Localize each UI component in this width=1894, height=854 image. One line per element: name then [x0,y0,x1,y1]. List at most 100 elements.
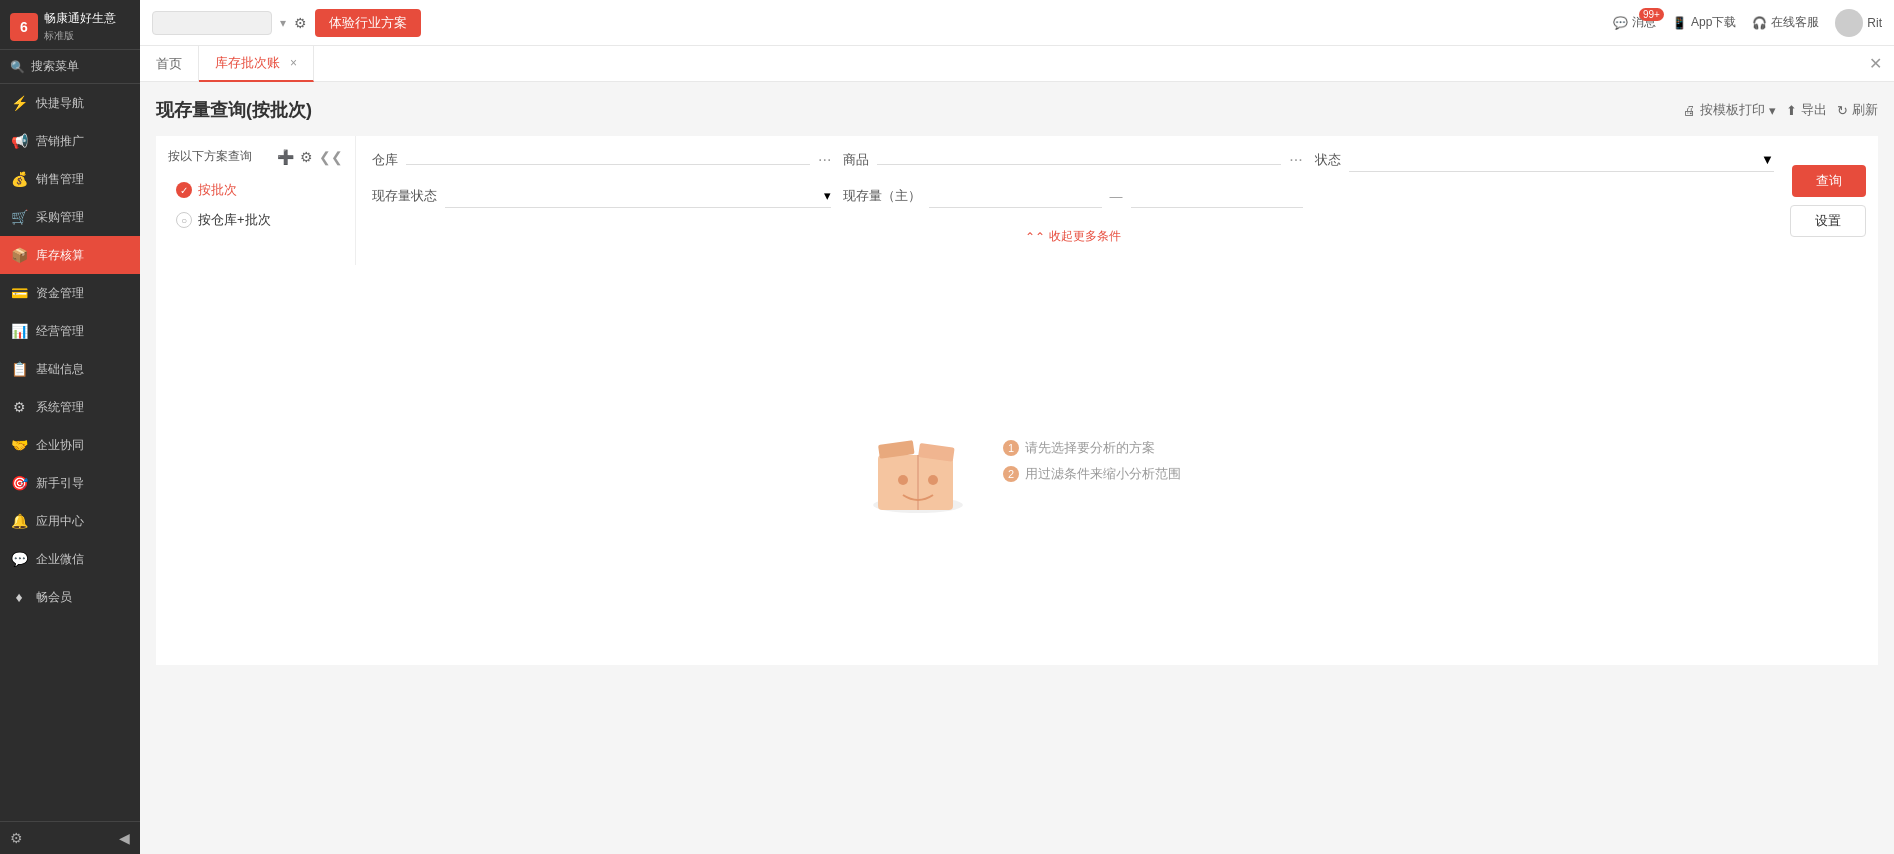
sidebar-item-企业微信[interactable]: 💬 企业微信 [0,540,140,578]
page-actions: 🖨 按模板打印 ▾ ⬆ 导出 ↻ 刷新 [1683,101,1878,119]
warehouse-filter: 仓库 ··· [372,151,831,169]
print-dropdown-arrow[interactable]: ▾ [1769,103,1776,118]
tab-inventory-batch[interactable]: 库存批次账 × [199,46,314,82]
topbar-dropdown-arrow[interactable]: ▾ [280,16,286,30]
inventory-status-select[interactable]: ▾ [445,184,831,208]
collapse-icon: ⌃⌃ [1025,230,1045,244]
sidebar-item-label: 企业微信 [36,551,84,568]
message-icon: 💬 [1613,16,1628,30]
user-avatar-btn[interactable]: Rit [1835,9,1882,37]
headset-icon: 🎧 [1752,16,1767,30]
topbar-left: ▾ ⚙ 体验行业方案 [152,9,1605,37]
logo-icon: 6 [10,13,38,41]
refresh-btn[interactable]: ↻ 刷新 [1837,101,1878,119]
export-btn[interactable]: ⬆ 导出 [1786,101,1827,119]
filter-row-2: 现存量状态 ▾ 现存量（主） — [372,184,1774,208]
warehouse-more-btn[interactable]: ··· [818,151,831,169]
add-scheme-btn[interactable]: ➕ [277,149,294,165]
settings-btn[interactable]: 设置 [1790,205,1866,237]
sidebar-item-畅会员[interactable]: ♦ 畅会员 [0,578,140,616]
collapse-sidebar-btn[interactable]: ◀ [119,830,130,846]
sidebar-icon: 📋 [10,360,28,378]
sidebar-icon: 🔔 [10,512,28,530]
scheme-active-indicator: ✓ [176,182,192,198]
topbar-gear-icon[interactable]: ⚙ [294,15,307,31]
collapse-scheme-btn[interactable]: ❮❮ [319,149,343,165]
scheme-inactive-indicator: ○ [176,212,192,228]
sidebar-icon: 💬 [10,550,28,568]
phone-icon: 📱 [1672,16,1687,30]
sidebar-item-快捷导航[interactable]: ⚡ 快捷导航 [0,84,140,122]
sidebar-item-应用中心[interactable]: 🔔 应用中心 [0,502,140,540]
svg-rect-1 [878,455,953,510]
message-badge: 99+ [1639,8,1664,21]
inventory-amount-to[interactable] [1131,184,1303,208]
app-download-btn[interactable]: 📱 App下载 [1672,14,1736,31]
warehouse-input[interactable] [406,156,810,165]
sidebar-icon: 🛒 [10,208,28,226]
filter-and-results: 按以下方案查询 ➕ ⚙ ❮❮ ✓ 按批次 ○ [156,136,1878,665]
scheme-item-batch[interactable]: ✓ 按批次 [168,175,343,205]
results-area: 1 请先选择要分析的方案 2 用过滤条件来缩小分析范围 [156,265,1878,665]
empty-step1: 1 请先选择要分析的方案 [1003,439,1181,457]
status-select[interactable]: ▼ [1349,148,1774,172]
logo-text: 畅康通好生意 标准版 [44,10,116,43]
message-btn[interactable]: 💬 消息 99+ [1613,14,1656,31]
empty-text: 1 请先选择要分析的方案 2 用过滤条件来缩小分析范围 [1003,439,1181,491]
sidebar-icon: ⚙ [10,398,28,416]
print-btn[interactable]: 🖨 按模板打印 ▾ [1683,101,1776,119]
sidebar-item-库存核算[interactable]: 📦 库存核算 [0,236,140,274]
sidebar-item-label: 企业协同 [36,437,84,454]
empty-state: 1 请先选择要分析的方案 2 用过滤条件来缩小分析范围 [156,340,1878,590]
product-input[interactable] [877,156,1281,165]
sidebar-item-label: 应用中心 [36,513,84,530]
sidebar-item-系统管理[interactable]: ⚙ 系统管理 [0,388,140,426]
sidebar-item-经营管理[interactable]: 📊 经营管理 [0,312,140,350]
scheme-item-warehouse-batch[interactable]: ○ 按仓库+批次 [168,205,343,235]
export-icon: ⬆ [1786,103,1797,118]
scheme-actions: ➕ ⚙ ❮❮ [277,149,343,165]
page-title: 现存量查询(按批次) [156,98,312,122]
sidebar-icon: ♦ [10,588,28,606]
sidebar-item-label: 经营管理 [36,323,84,340]
status-filter: 状态 ▼ [1315,148,1774,172]
sidebar-icon: 📊 [10,322,28,340]
tab-home[interactable]: 首页 [140,46,199,82]
scheme-settings-btn[interactable]: ⚙ [300,149,313,165]
empty-step2: 2 用过滤条件来缩小分析范围 [1003,465,1181,483]
inventory-amount-from[interactable] [929,184,1101,208]
sidebar-nav: ⚡ 快捷导航📢 营销推广💰 销售管理🛒 采购管理📦 库存核算💳 资金管理📊 经营… [0,84,140,821]
sidebar-item-资金管理[interactable]: 💳 资金管理 [0,274,140,312]
topbar-search-input[interactable] [152,11,272,35]
scheme-header: 按以下方案查询 ➕ ⚙ ❮❮ [168,148,343,165]
sidebar-footer: ⚙ ◀ [0,821,140,854]
empty-svg [853,400,983,530]
inventory-status-filter: 现存量状态 ▾ [372,184,831,208]
empty-icon [853,400,983,530]
sidebar-icon: 📦 [10,246,28,264]
sidebar-item-新手引导[interactable]: 🎯 新手引导 [0,464,140,502]
settings-footer-btn[interactable]: ⚙ [10,830,23,846]
sidebar-item-label: 采购管理 [36,209,84,226]
sidebar-item-采购管理[interactable]: 🛒 采购管理 [0,198,140,236]
product-more-btn[interactable]: ··· [1289,151,1302,169]
sidebar-item-label: 新手引导 [36,475,84,492]
sidebar-icon: 💰 [10,170,28,188]
sidebar: 6 畅康通好生意 标准版 🔍 搜索菜单 ⚡ 快捷导航📢 营销推广💰 销售管理🛒 … [0,0,140,854]
sidebar-icon: ⚡ [10,94,28,112]
sidebar-item-企业协同[interactable]: 🤝 企业协同 [0,426,140,464]
filter-right-area: 仓库 ··· 商品 ··· 状态 [356,136,1878,265]
tab-close-btn[interactable]: × [290,56,297,70]
sidebar-item-label: 基础信息 [36,361,84,378]
experience-btn[interactable]: 体验行业方案 [315,9,421,37]
sidebar-item-销售管理[interactable]: 💰 销售管理 [0,160,140,198]
sidebar-item-营销推广[interactable]: 📢 营销推广 [0,122,140,160]
panel-close-btn[interactable]: ✕ [1857,54,1894,73]
query-btn[interactable]: 查询 [1792,165,1866,197]
sidebar-item-基础信息[interactable]: 📋 基础信息 [0,350,140,388]
sidebar-icon: 💳 [10,284,28,302]
sidebar-search[interactable]: 🔍 搜索菜单 [0,50,140,84]
online-service-btn[interactable]: 🎧 在线客服 [1752,14,1819,31]
sidebar-item-label: 畅会员 [36,589,72,606]
collapse-more-btn[interactable]: ⌃⌃ 收起更多条件 [372,220,1774,253]
